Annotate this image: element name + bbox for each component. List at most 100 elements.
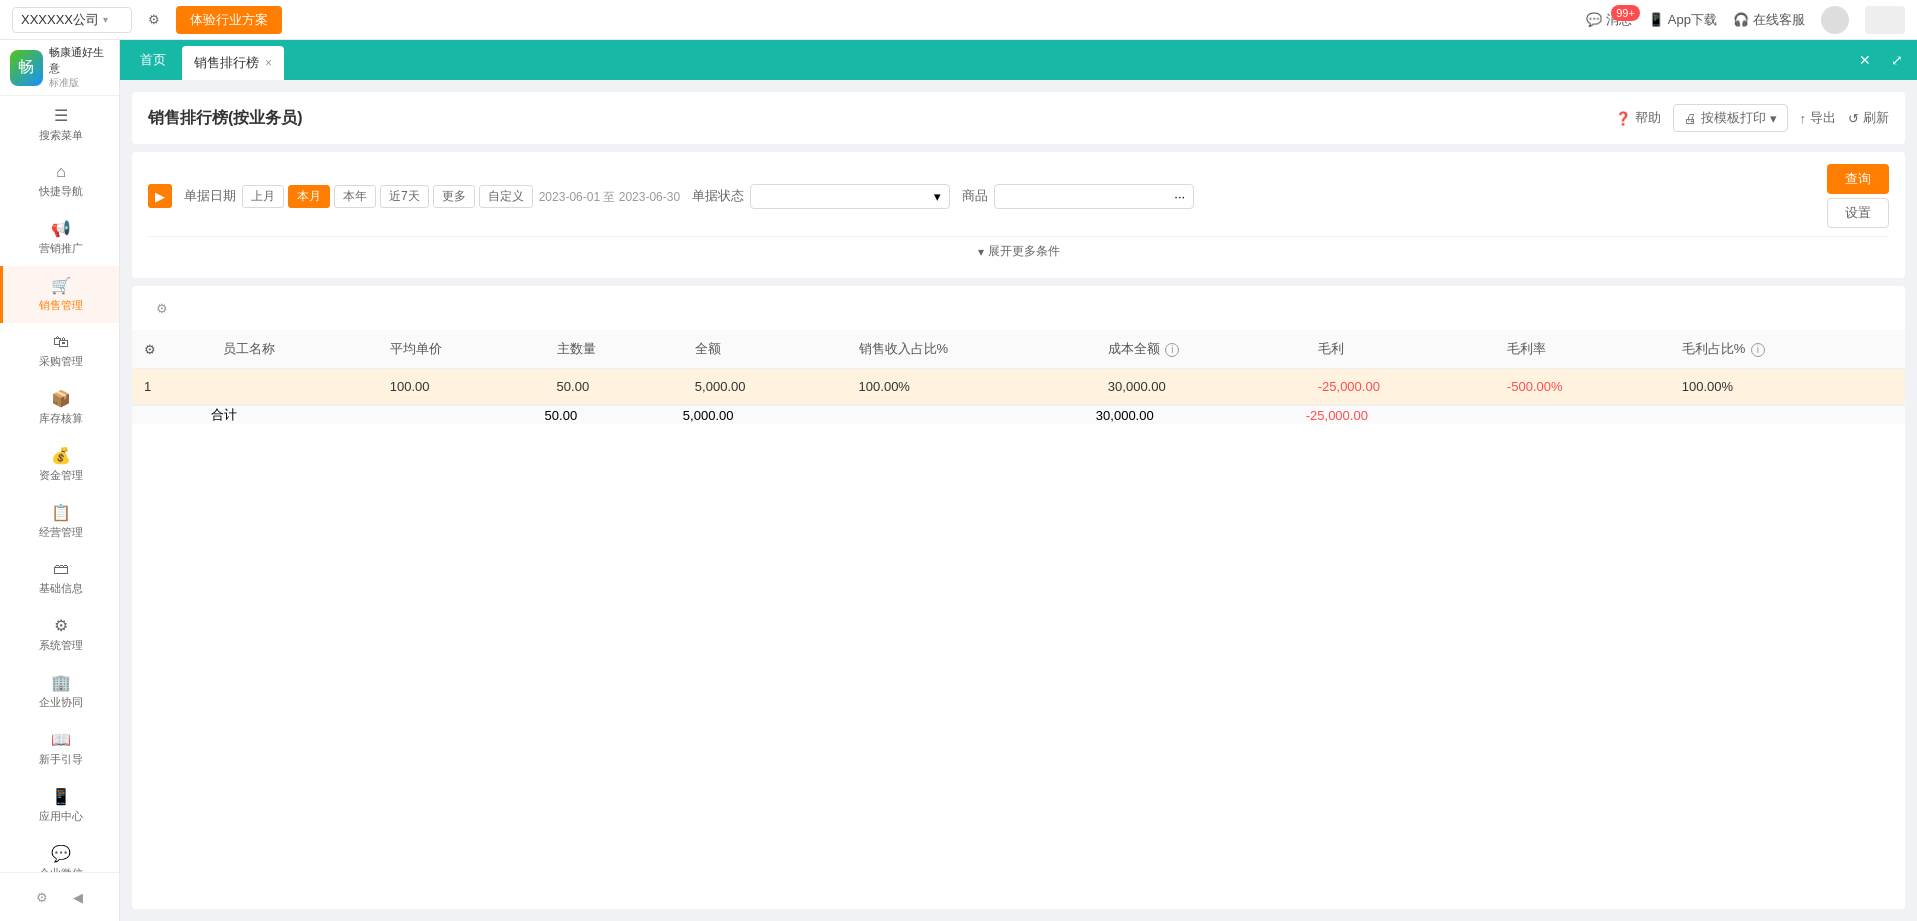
gross-ratio-info-icon[interactable]: i	[1751, 343, 1765, 357]
quick-nav-label: 快捷导航	[39, 184, 83, 199]
footer-label: 合计	[211, 405, 378, 424]
sidebar-item-enterprise-wechat[interactable]: 💬 企业微信	[0, 834, 119, 872]
goods-input[interactable]: ···	[994, 184, 1194, 209]
company-selector[interactable]: XXXXXX公司 ▾	[12, 7, 132, 33]
date-btn-7days[interactable]: 近7天	[380, 185, 429, 208]
app-center-icon: 📱	[51, 787, 71, 806]
maximize-icon[interactable]: ⤢	[1885, 48, 1909, 72]
export-icon: ↑	[1800, 111, 1807, 126]
sidebar-item-guide[interactable]: 📖 新手引导	[0, 720, 119, 777]
footer-gross-rate	[1495, 405, 1670, 424]
refresh-button[interactable]: ↺ 刷新	[1848, 109, 1889, 127]
chevron-down-icon: ▾	[103, 14, 108, 25]
chevron-down-icon: ▾	[934, 189, 941, 204]
sidebar-item-system[interactable]: ⚙ 系统管理	[0, 606, 119, 663]
guide-icon: 📖	[51, 730, 71, 749]
app-center-label: 应用中心	[39, 809, 83, 824]
finance-label: 资金管理	[39, 468, 83, 483]
status-filter: 单据状态 ▾	[692, 184, 950, 209]
col-sales-ratio: 销售收入占比%	[847, 330, 1096, 369]
table-row: 1 100.00 50.00 5,000.00 100.00% 30,000.0…	[132, 369, 1905, 406]
help-icon: ❓	[1615, 111, 1631, 126]
sidebar-bottom: ⚙ ◀	[0, 872, 119, 921]
cell-amount: 5,000.00	[683, 369, 847, 406]
settings-icon[interactable]: ⚙	[140, 6, 168, 34]
message-button[interactable]: 💬 消息 99+	[1586, 11, 1632, 29]
table-toolbar: ⚙	[132, 286, 1905, 330]
sidebar-item-operations[interactable]: 📋 经营管理	[0, 493, 119, 550]
help-button[interactable]: ❓ 帮助	[1615, 109, 1661, 127]
date-btn-custom[interactable]: 自定义	[479, 185, 533, 208]
sidebar-item-app-center[interactable]: 📱 应用中心	[0, 777, 119, 834]
sidebar-item-marketing[interactable]: 📢 营销推广	[0, 209, 119, 266]
logo-subtitle: 标准版	[49, 76, 109, 90]
sidebar-nav: ☰ 搜索菜单 ⌂ 快捷导航 📢 营销推广 🛒 销售管理 🛍 采购管理 📦 库存核…	[0, 96, 119, 872]
logo-title: 畅康通好生意	[49, 45, 109, 76]
col-amount: 全额	[683, 330, 847, 369]
search-order-icon: ☰	[54, 106, 68, 125]
col-gross: 毛利	[1306, 330, 1495, 369]
enterprise-icon: 🏢	[51, 673, 71, 692]
footer-amount: 5,000.00	[683, 405, 847, 424]
sidebar-item-inventory[interactable]: 📦 库存核算	[0, 379, 119, 436]
cell-avg-price: 100.00	[378, 369, 545, 406]
page-header: 销售排行榜(按业务员) ❓ 帮助 🖨 按模板打印 ▾ ↑ 导出	[132, 92, 1905, 144]
sidebar-item-finance[interactable]: 💰 资金管理	[0, 436, 119, 493]
expand-more-btn[interactable]: ▾ 展开更多条件	[148, 236, 1889, 266]
status-select[interactable]: ▾	[750, 184, 950, 209]
query-button[interactable]: 查询	[1827, 164, 1889, 194]
marketing-label: 营销推广	[39, 241, 83, 256]
sidebar: 畅 畅康通好生意 标准版 ☰ 搜索菜单 ⌂ 快捷导航 📢 营销推广 🛒 销售管理…	[0, 40, 120, 921]
date-btn-current-month[interactable]: 本月	[288, 185, 330, 208]
tab-close-icon[interactable]: ×	[265, 56, 272, 70]
goods-filter: 商品 ···	[962, 184, 1194, 209]
close-window-icon[interactable]: ✕	[1853, 48, 1877, 72]
footer-cost: 30,000.00	[1096, 405, 1306, 424]
inventory-label: 库存核算	[39, 411, 83, 426]
date-btn-last-month[interactable]: 上月	[242, 185, 284, 208]
cost-info-icon[interactable]: i	[1165, 343, 1179, 357]
settings-button[interactable]: 设置	[1827, 198, 1889, 228]
footer-quantity: 50.00	[545, 405, 683, 424]
table-footer-row: 合计 50.00 5,000.00 30,000.00 -25,000.00	[132, 405, 1905, 424]
table-settings-icon[interactable]: ⚙	[148, 294, 176, 322]
sidebar-item-purchase[interactable]: 🛍 采购管理	[0, 323, 119, 379]
cell-rank: 1	[132, 369, 211, 406]
search-order-label: 搜索菜单	[39, 128, 83, 143]
avatar[interactable]	[1821, 6, 1849, 34]
col-quantity: 主数量	[545, 330, 683, 369]
sales-icon: 🛒	[51, 276, 71, 295]
tab-bar-right: ✕ ⤢	[1845, 48, 1917, 72]
cell-sales-ratio: 100.00%	[847, 369, 1096, 406]
date-btn-more[interactable]: 更多	[433, 185, 475, 208]
col-avg-price: 平均单价	[378, 330, 545, 369]
col-name: 员工名称	[211, 330, 378, 369]
tab-bar: 首页 销售排行榜 × ✕ ⤢	[120, 40, 1917, 80]
inventory-icon: 📦	[51, 389, 71, 408]
app-download-button[interactable]: 📱 App下载	[1648, 11, 1717, 29]
sidebar-item-basic-info[interactable]: 🗃 基础信息	[0, 550, 119, 606]
trial-button[interactable]: 体验行业方案	[176, 6, 282, 34]
sidebar-collapse-btn[interactable]: ◀	[62, 881, 94, 913]
sidebar-item-enterprise[interactable]: 🏢 企业协同	[0, 663, 119, 720]
sidebar-item-quick-nav[interactable]: ⌂ 快捷导航	[0, 153, 119, 209]
tab-home[interactable]: 首页	[124, 40, 182, 80]
sidebar-item-search-order[interactable]: ☰ 搜索菜单	[0, 96, 119, 153]
sidebar-item-sales[interactable]: 🛒 销售管理	[0, 266, 119, 323]
headset-icon: 🎧	[1733, 12, 1749, 27]
cell-gross-ratio: 100.00%	[1670, 369, 1905, 406]
sidebar-settings-btn[interactable]: ⚙	[26, 881, 58, 913]
tab-sales-ranking[interactable]: 销售排行榜 ×	[182, 46, 284, 80]
status-label: 单据状态	[692, 187, 744, 205]
export-button[interactable]: ↑ 导出	[1800, 109, 1837, 127]
enterprise-wechat-icon: 💬	[51, 844, 71, 863]
system-icon: ⚙	[54, 616, 68, 635]
print-button[interactable]: 🖨 按模板打印 ▾	[1673, 104, 1788, 132]
collapse-filter-icon[interactable]: ▶	[148, 184, 172, 208]
marketing-icon: 📢	[51, 219, 71, 238]
online-service-button[interactable]: 🎧 在线客服	[1733, 11, 1805, 29]
date-btn-current-year[interactable]: 本年	[334, 185, 376, 208]
sidebar-logo: 畅 畅康通好生意 标准版	[0, 40, 119, 96]
ellipsis-icon: ···	[1174, 189, 1185, 204]
enterprise-label: 企业协同	[39, 695, 83, 710]
